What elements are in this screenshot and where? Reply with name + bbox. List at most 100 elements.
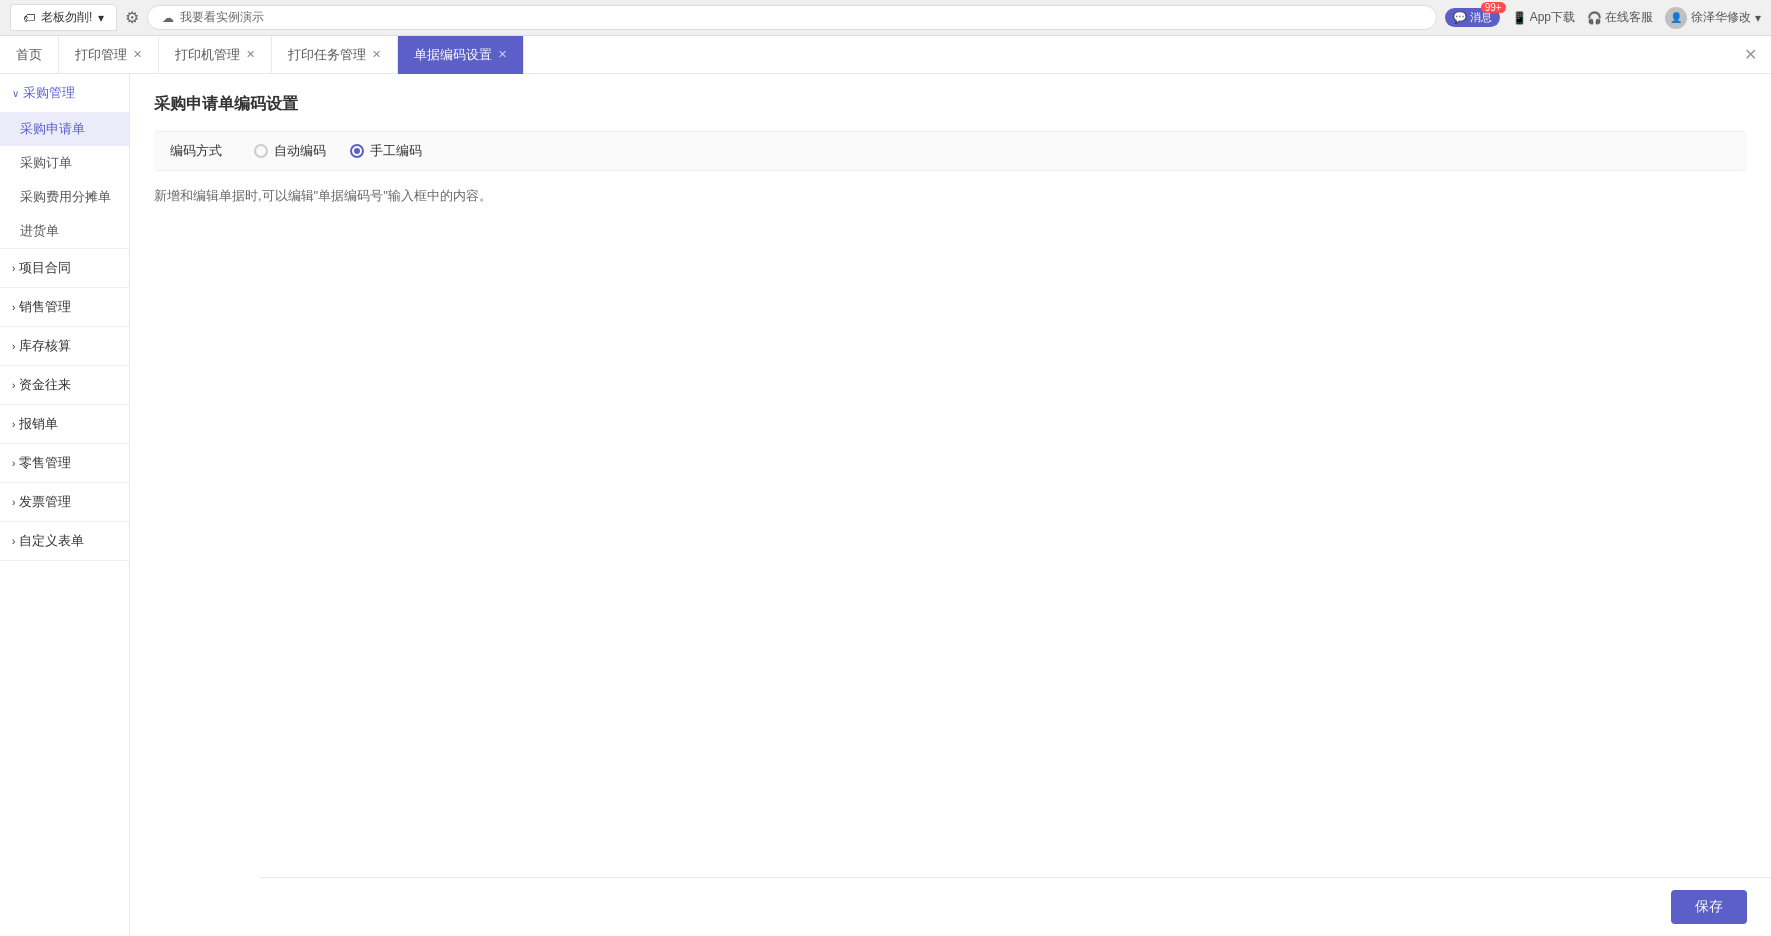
sidebar-group-returns-label: 报销单 — [19, 415, 58, 433]
sidebar-group-capital-label: 资金往来 — [19, 376, 71, 394]
tab-printer-mgmt-close[interactable]: ✕ — [246, 48, 255, 61]
sidebar-group-inventory: › 库存核算 — [0, 327, 129, 366]
sidebar-group-project: › 项目合同 — [0, 249, 129, 288]
encoding-label: 编码方式 — [170, 142, 230, 160]
sidebar-group-project-label: 项目合同 — [19, 259, 71, 277]
browser-address-bar[interactable]: ☁ 我要看实例演示 — [147, 5, 1436, 30]
content-header: 采购申请单编码设置 — [130, 74, 1771, 131]
tab-printer-mgmt[interactable]: 打印机管理 ✕ — [159, 36, 272, 74]
online-service-label: 在线客服 — [1605, 9, 1653, 26]
sidebar-group-inventory-label: 库存核算 — [19, 337, 71, 355]
user-profile[interactable]: 👤 徐泽华修改 ▾ — [1665, 7, 1761, 29]
sidebar-item-purchase-goods-label: 进货单 — [20, 223, 59, 238]
sidebar-group-purchase: ∨ 采购管理 采购申请单 采购订单 采购费用分摊单 进货单 — [0, 74, 129, 249]
app-tabs-bar: 首页 打印管理 ✕ 打印机管理 ✕ 打印任务管理 ✕ 单据编码设置 ✕ ✕ — [0, 36, 1771, 74]
sidebar-group-invoice-label: 发票管理 — [19, 493, 71, 511]
main-layout: ∨ 采购管理 采购申请单 采购订单 采购费用分摊单 进货单 › 项目合同 — [0, 74, 1771, 936]
tab-home[interactable]: 首页 — [0, 36, 59, 74]
sidebar-item-purchase-order[interactable]: 采购订单 — [0, 146, 129, 180]
sidebar-item-purchase-request-label: 采购申请单 — [20, 121, 85, 136]
message-button[interactable]: 💬 消息 99+ — [1445, 8, 1500, 27]
sidebar-group-capital-header[interactable]: › 资金往来 — [0, 366, 129, 404]
sidebar-group-project-header[interactable]: › 项目合同 — [0, 249, 129, 287]
tab-single-code-label: 单据编码设置 — [414, 46, 492, 64]
tab-print-mgmt-close[interactable]: ✕ — [133, 48, 142, 61]
chat-icon: 💬 — [1453, 11, 1467, 24]
sidebar-group-sales-label: 销售管理 — [19, 298, 71, 316]
sidebar: ∨ 采购管理 采购申请单 采购订单 采购费用分摊单 进货单 › 项目合同 — [0, 74, 130, 936]
sidebar-group-retail: › 零售管理 — [0, 444, 129, 483]
browser-tab[interactable]: 🏷 老板勿削! ▾ — [10, 4, 117, 31]
sidebar-group-sales-header[interactable]: › 销售管理 — [0, 288, 129, 326]
tab-print-mgmt[interactable]: 打印管理 ✕ — [59, 36, 159, 74]
sidebar-group-purchase-header[interactable]: ∨ 采购管理 — [0, 74, 129, 112]
sidebar-item-purchase-goods[interactable]: 进货单 — [0, 214, 129, 248]
tab-print-task-label: 打印任务管理 — [288, 46, 366, 64]
hint-text: 新增和编辑单据时,可以编辑"单据编码号"输入框中的内容。 — [154, 171, 1747, 221]
radio-manual-label: 手工编码 — [370, 142, 422, 160]
radio-manual-option[interactable]: 手工编码 — [350, 142, 422, 160]
chevron-right-icon-8: › — [12, 536, 15, 547]
app-download-button[interactable]: 📱 App下载 — [1512, 9, 1575, 26]
sidebar-group-purchase-label: 采购管理 — [23, 84, 75, 102]
sidebar-group-retail-label: 零售管理 — [19, 454, 71, 472]
radio-auto-label: 自动编码 — [274, 142, 326, 160]
encoding-section: 编码方式 自动编码 手工编码 新增和编辑单据时,可以编辑"单据编码号"输入框中的… — [130, 131, 1771, 221]
save-button[interactable]: 保存 — [1671, 890, 1747, 924]
page-title: 采购申请单编码设置 — [154, 94, 1747, 115]
online-service-button[interactable]: 🎧 在线客服 — [1587, 9, 1653, 26]
chevron-right-icon-7: › — [12, 497, 15, 508]
chevron-right-icon-3: › — [12, 341, 15, 352]
app-icon: 📱 — [1512, 11, 1527, 25]
sidebar-group-invoice: › 发票管理 — [0, 483, 129, 522]
tab-home-label: 首页 — [16, 46, 42, 64]
browser-settings-icon[interactable]: ⚙ — [125, 8, 139, 27]
tab-printer-mgmt-label: 打印机管理 — [175, 46, 240, 64]
user-icon: 👤 — [1670, 12, 1682, 23]
browser-bar: 🏷 老板勿削! ▾ ⚙ ☁ 我要看实例演示 💬 消息 99+ 📱 App下载 🎧… — [0, 0, 1771, 36]
sidebar-item-purchase-expense-label: 采购费用分摊单 — [20, 189, 111, 204]
app-download-label: App下载 — [1530, 9, 1575, 26]
global-close-button[interactable]: ✕ — [1730, 45, 1771, 64]
user-dropdown-icon: ▾ — [1755, 11, 1761, 25]
radio-manual-circle — [350, 144, 364, 158]
service-icon: 🎧 — [1587, 11, 1602, 25]
sidebar-group-inventory-header[interactable]: › 库存核算 — [0, 327, 129, 365]
tab-title: 老板勿削! — [41, 9, 92, 26]
tab-single-code-close[interactable]: ✕ — [498, 48, 507, 61]
chevron-right-icon-6: › — [12, 458, 15, 469]
sidebar-group-capital: › 资金往来 — [0, 366, 129, 405]
radio-auto-option[interactable]: 自动编码 — [254, 142, 326, 160]
sidebar-item-purchase-order-label: 采购订单 — [20, 155, 72, 170]
tab-print-task-close[interactable]: ✕ — [372, 48, 381, 61]
chevron-right-icon-2: › — [12, 302, 15, 313]
username-label: 徐泽华修改 — [1691, 9, 1751, 26]
sidebar-group-custom-label: 自定义表单 — [19, 532, 84, 550]
address-text: 我要看实例演示 — [180, 9, 264, 26]
sidebar-group-invoice-header[interactable]: › 发票管理 — [0, 483, 129, 521]
sidebar-item-purchase-expense[interactable]: 采购费用分摊单 — [0, 180, 129, 214]
encoding-row: 编码方式 自动编码 手工编码 — [154, 131, 1747, 171]
tab-favicon: 🏷 — [23, 11, 35, 25]
sidebar-group-retail-header[interactable]: › 零售管理 — [0, 444, 129, 482]
avatar: 👤 — [1665, 7, 1687, 29]
tab-print-mgmt-label: 打印管理 — [75, 46, 127, 64]
tab-print-task[interactable]: 打印任务管理 ✕ — [272, 36, 398, 74]
cloud-icon: ☁ — [162, 11, 174, 25]
content-footer: 保存 — [260, 877, 1771, 936]
chevron-down-icon: ∨ — [12, 88, 19, 99]
sidebar-group-returns-header[interactable]: › 报销单 — [0, 405, 129, 443]
chevron-right-icon-4: › — [12, 380, 15, 391]
browser-right-actions: 💬 消息 99+ 📱 App下载 🎧 在线客服 👤 徐泽华修改 ▾ — [1445, 7, 1761, 29]
content-area: 采购申请单编码设置 编码方式 自动编码 手工编码 新增和编辑单据时,可以编辑"单… — [130, 74, 1771, 936]
radio-auto-circle — [254, 144, 268, 158]
radio-dot — [354, 148, 360, 154]
chevron-right-icon: › — [12, 263, 15, 274]
sidebar-item-purchase-request[interactable]: 采购申请单 — [0, 112, 129, 146]
message-badge: 99+ — [1481, 2, 1506, 13]
sidebar-group-sales: › 销售管理 — [0, 288, 129, 327]
tab-dropdown-icon[interactable]: ▾ — [98, 11, 104, 25]
tab-single-code[interactable]: 单据编码设置 ✕ — [398, 36, 524, 74]
sidebar-group-returns: › 报销单 — [0, 405, 129, 444]
sidebar-group-custom-header[interactable]: › 自定义表单 — [0, 522, 129, 560]
